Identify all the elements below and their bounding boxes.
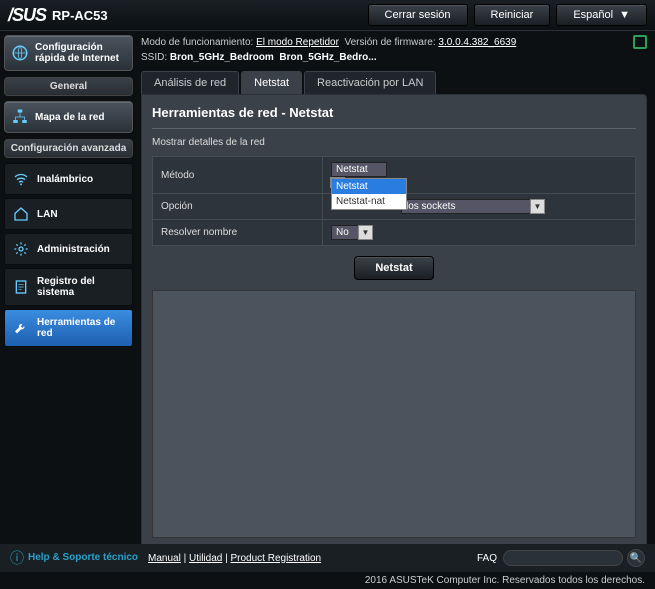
method-option-netstat[interactable]: Netstat bbox=[332, 179, 406, 194]
language-button[interactable]: Español ▼ bbox=[556, 4, 647, 26]
option-value: los sockets bbox=[401, 199, 531, 214]
method-option-netstat-nat[interactable]: Netstat-nat bbox=[332, 194, 406, 209]
sidebar-item-wireless[interactable]: Inalámbrico bbox=[4, 163, 133, 195]
page-subtitle: Mostrar detalles de la red bbox=[152, 137, 636, 148]
brand-logo: /SUS bbox=[8, 5, 46, 26]
tab-analysis[interactable]: Análisis de red bbox=[141, 71, 239, 94]
quick-setup-label: Configuración rápida de Internet bbox=[35, 42, 126, 64]
help-link[interactable]: Help & Soporte técnico bbox=[28, 553, 138, 563]
registration-link[interactable]: Product Registration bbox=[231, 553, 322, 564]
utility-link[interactable]: Utilidad bbox=[189, 553, 222, 564]
sidebar-item-admin[interactable]: Administración bbox=[4, 233, 133, 265]
search-input[interactable] bbox=[503, 550, 623, 566]
wireless-label: Inalámbrico bbox=[37, 174, 93, 185]
quick-setup-button[interactable]: Configuración rápida de Internet bbox=[4, 35, 133, 71]
general-header: General bbox=[4, 77, 133, 96]
chevron-down-icon: ▼ bbox=[358, 225, 373, 240]
sidebar-item-tools[interactable]: Herramientas de red bbox=[4, 309, 133, 347]
manual-link[interactable]: Manual bbox=[148, 553, 181, 564]
page-title: Herramientas de red - Netstat bbox=[152, 105, 636, 129]
syslog-label: Registro del sistema bbox=[37, 276, 124, 298]
tools-label: Herramientas de red bbox=[37, 317, 124, 339]
method-select[interactable]: Netstat▼ Netstat Netstat-nat bbox=[331, 162, 387, 188]
aimesh-icon[interactable] bbox=[633, 35, 647, 49]
help-icon: ⓘ bbox=[10, 548, 24, 568]
globe-wrench-icon bbox=[11, 44, 29, 62]
sidebar-item-lan[interactable]: LAN bbox=[4, 198, 133, 230]
output-textarea[interactable] bbox=[152, 290, 636, 538]
logout-button[interactable]: Cerrar sesión bbox=[368, 4, 468, 26]
netstat-button[interactable]: Netstat bbox=[354, 256, 433, 280]
footer-links: Manual | Utilidad | Product Registration bbox=[148, 553, 321, 564]
search-button[interactable]: 🔍 bbox=[627, 549, 645, 567]
network-map-icon bbox=[11, 108, 29, 126]
advanced-header: Configuración avanzada bbox=[4, 139, 133, 158]
method-label: Método bbox=[153, 157, 323, 194]
model-name: RP-AC53 bbox=[52, 8, 108, 23]
option-label: Opción bbox=[153, 194, 323, 220]
faq-link[interactable]: FAQ bbox=[477, 553, 497, 564]
chevron-down-icon: ▼ bbox=[619, 9, 630, 21]
reboot-button[interactable]: Reiniciar bbox=[474, 4, 551, 26]
wifi-icon bbox=[13, 171, 29, 187]
sidebar-item-syslog[interactable]: Registro del sistema bbox=[4, 268, 133, 306]
method-value: Netstat bbox=[331, 162, 387, 177]
copyright-text: 2016 ASUSTeK Computer Inc. Reservados to… bbox=[0, 572, 655, 589]
wrench-icon bbox=[13, 320, 29, 336]
tab-wol[interactable]: Reactivación por LAN bbox=[304, 71, 436, 94]
mode-link[interactable]: El modo Repetidor bbox=[256, 37, 339, 48]
resolve-select[interactable]: No▼ bbox=[331, 225, 373, 240]
document-icon bbox=[13, 279, 29, 295]
mode-info: Modo de funcionamiento: El modo Repetido… bbox=[141, 35, 516, 50]
network-map-label: Mapa de la red bbox=[35, 112, 104, 123]
gear-icon bbox=[13, 241, 29, 257]
tab-netstat[interactable]: Netstat bbox=[241, 71, 302, 94]
resolve-label: Resolver nombre bbox=[153, 220, 323, 246]
lan-label: LAN bbox=[37, 209, 58, 220]
network-map-button[interactable]: Mapa de la red bbox=[4, 101, 133, 133]
admin-label: Administración bbox=[37, 244, 110, 255]
ssid-info: SSID: Bron_5GHz_Bedroom Bron_5GHz_Bedro.… bbox=[141, 50, 516, 65]
method-dropdown-list: Netstat Netstat-nat bbox=[331, 178, 407, 210]
firmware-link[interactable]: 3.0.0.4.382_6639 bbox=[438, 37, 516, 48]
language-label: Español bbox=[573, 9, 613, 21]
house-icon bbox=[13, 206, 29, 222]
chevron-down-icon: ▼ bbox=[530, 199, 545, 214]
resolve-value: No bbox=[331, 225, 359, 240]
